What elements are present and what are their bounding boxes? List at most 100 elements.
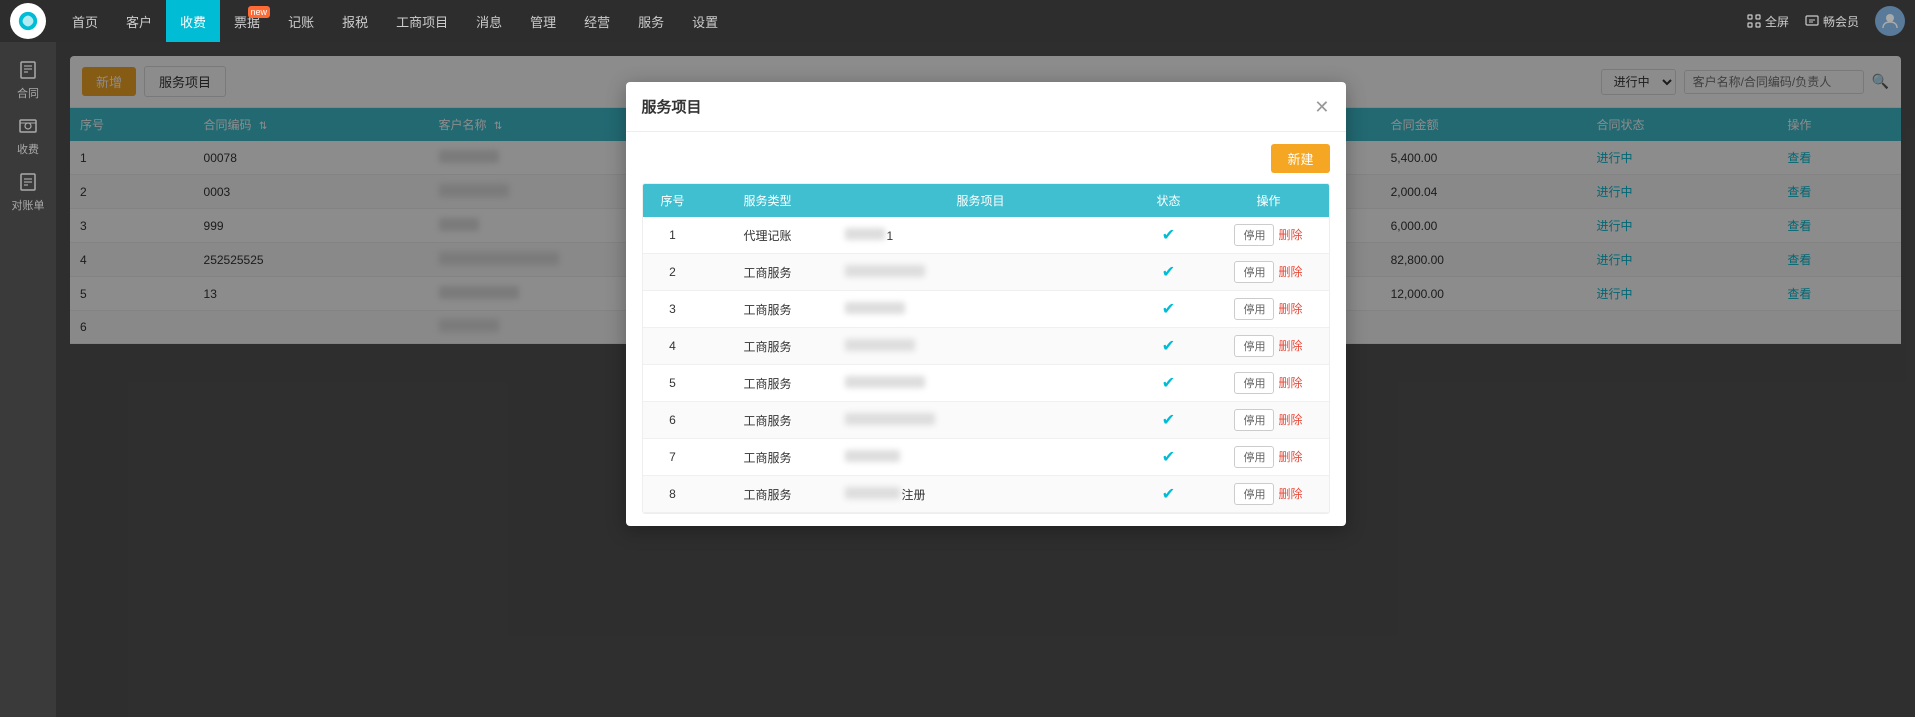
nav-service[interactable]: 服务	[624, 0, 678, 42]
svc-col-type: 服务类型	[703, 184, 833, 217]
delete-button[interactable]: 删除	[1278, 374, 1302, 391]
stop-button[interactable]: 停用	[1234, 298, 1274, 320]
service-row-seq: 8	[643, 476, 703, 513]
contract-icon	[17, 59, 39, 81]
service-row-seq: 1	[643, 217, 703, 254]
stop-button[interactable]: 停用	[1234, 372, 1274, 394]
app-logo	[10, 3, 46, 39]
service-table-wrap: 序号 服务类型 服务项目 状态 操作 1 代理记账 1 ✔ 停用删除	[642, 183, 1330, 514]
service-row-actions: 停用删除	[1209, 402, 1329, 439]
modal-title: 服务项目	[642, 96, 702, 117]
stop-button[interactable]: 停用	[1234, 224, 1274, 246]
nav-message[interactable]: 消息	[462, 0, 516, 42]
service-row-item: 1	[833, 217, 1129, 254]
service-row-actions: 停用删除	[1209, 328, 1329, 365]
service-row-status: ✔	[1129, 439, 1209, 476]
service-row-type: 工商服务	[703, 439, 833, 476]
user-avatar[interactable]	[1875, 6, 1905, 36]
sidebar: 合同 收费 对账单	[0, 42, 56, 717]
service-row-seq: 3	[643, 291, 703, 328]
service-row-item	[833, 254, 1129, 291]
service-row-status: ✔	[1129, 291, 1209, 328]
statement-icon	[17, 171, 39, 193]
service-row-item	[833, 402, 1129, 439]
nav-bookkeeping[interactable]: 记账	[274, 0, 328, 42]
stop-button[interactable]: 停用	[1234, 261, 1274, 283]
stop-button[interactable]: 停用	[1234, 483, 1274, 505]
svc-col-item: 服务项目	[833, 184, 1129, 217]
modal-header: 服务项目 ✕	[626, 82, 1346, 132]
stop-button[interactable]: 停用	[1234, 335, 1274, 357]
fullscreen-label: 全屏	[1765, 13, 1789, 30]
delete-button[interactable]: 删除	[1278, 226, 1302, 243]
service-row-seq: 4	[643, 328, 703, 365]
nav-ticket[interactable]: 票据 new	[220, 0, 274, 42]
app-layout: 合同 收费 对账单 新增 服务项目 进行中 全	[0, 42, 1915, 717]
service-row-status: ✔	[1129, 476, 1209, 513]
svc-col-seq: 序号	[643, 184, 703, 217]
modal-close-button[interactable]: ✕	[1314, 98, 1329, 116]
nav-settings[interactable]: 设置	[678, 0, 732, 42]
svc-col-status: 状态	[1129, 184, 1209, 217]
delete-button[interactable]: 删除	[1278, 448, 1302, 465]
service-row-actions: 停用删除	[1209, 439, 1329, 476]
service-row-type: 工商服务	[703, 291, 833, 328]
service-row-seq: 7	[643, 439, 703, 476]
modal-toolbar: 新建	[642, 144, 1330, 173]
service-row-seq: 2	[643, 254, 703, 291]
service-row-actions: 停用删除	[1209, 217, 1329, 254]
service-row-type: 工商服务	[703, 328, 833, 365]
service-row-status: ✔	[1129, 365, 1209, 402]
sidebar-fee-label: 收费	[17, 141, 39, 157]
service-row-type: 工商服务	[703, 476, 833, 513]
service-row-actions: 停用删除	[1209, 476, 1329, 513]
delete-button[interactable]: 删除	[1278, 337, 1302, 354]
service-row-item	[833, 291, 1129, 328]
nav-menu: 首页 客户 收费 票据 new 记账 报税 工商项目 消息 管理 经营 服务 设…	[58, 0, 1747, 42]
service-row-type: 工商服务	[703, 402, 833, 439]
service-row-status: ✔	[1129, 217, 1209, 254]
nav-home[interactable]: 首页	[58, 0, 112, 42]
nav-right: 全屏 畅会员	[1747, 6, 1905, 36]
svc-col-action: 操作	[1209, 184, 1329, 217]
delete-button[interactable]: 删除	[1278, 263, 1302, 280]
service-row-type: 工商服务	[703, 254, 833, 291]
nav-operation[interactable]: 经营	[570, 0, 624, 42]
service-row-actions: 停用删除	[1209, 365, 1329, 402]
main-content: 新增 服务项目 进行中 全部 已完成 已终止 🔍 序号	[56, 42, 1915, 717]
service-row-status: ✔	[1129, 254, 1209, 291]
service-row-item: 注册	[833, 476, 1129, 513]
delete-button[interactable]: 删除	[1278, 485, 1302, 502]
service-row-item	[833, 439, 1129, 476]
stop-button[interactable]: 停用	[1234, 409, 1274, 431]
nav-manage[interactable]: 管理	[516, 0, 570, 42]
sidebar-item-statement[interactable]: 对账单	[0, 164, 56, 220]
modal-new-button[interactable]: 新建	[1271, 144, 1329, 173]
service-row-actions: 停用删除	[1209, 254, 1329, 291]
delete-button[interactable]: 删除	[1278, 411, 1302, 428]
modal-overlay[interactable]: 服务项目 ✕ 新建 序号 服务类型 服务项目	[56, 42, 1915, 717]
service-table: 序号 服务类型 服务项目 状态 操作 1 代理记账 1 ✔ 停用删除	[643, 184, 1329, 513]
nav-fee[interactable]: 收费	[166, 0, 220, 42]
member-label: 畅会员	[1823, 13, 1859, 30]
nav-tax[interactable]: 报税	[328, 0, 382, 42]
service-row-actions: 停用删除	[1209, 291, 1329, 328]
delete-button[interactable]: 删除	[1278, 300, 1302, 317]
service-row-item	[833, 365, 1129, 402]
sidebar-item-fee[interactable]: 收费	[0, 108, 56, 164]
nav-business[interactable]: 工商项目	[382, 0, 462, 42]
service-row-type: 工商服务	[703, 365, 833, 402]
top-nav: 首页 客户 收费 票据 new 记账 报税 工商项目 消息 管理 经营 服务 设…	[0, 0, 1915, 42]
sidebar-statement-label: 对账单	[12, 197, 45, 213]
member-btn[interactable]: 畅会员	[1805, 13, 1859, 30]
stop-button[interactable]: 停用	[1234, 446, 1274, 468]
service-row-status: ✔	[1129, 328, 1209, 365]
nav-client[interactable]: 客户	[112, 0, 166, 42]
service-row-type: 代理记账	[703, 217, 833, 254]
service-row-seq: 5	[643, 365, 703, 402]
sidebar-item-contract[interactable]: 合同	[0, 52, 56, 108]
nav-ticket-badge: new	[248, 6, 271, 18]
fee-icon	[17, 115, 39, 137]
modal-body: 新建 序号 服务类型 服务项目 状态 操作	[626, 132, 1346, 526]
fullscreen-btn[interactable]: 全屏	[1747, 13, 1789, 30]
